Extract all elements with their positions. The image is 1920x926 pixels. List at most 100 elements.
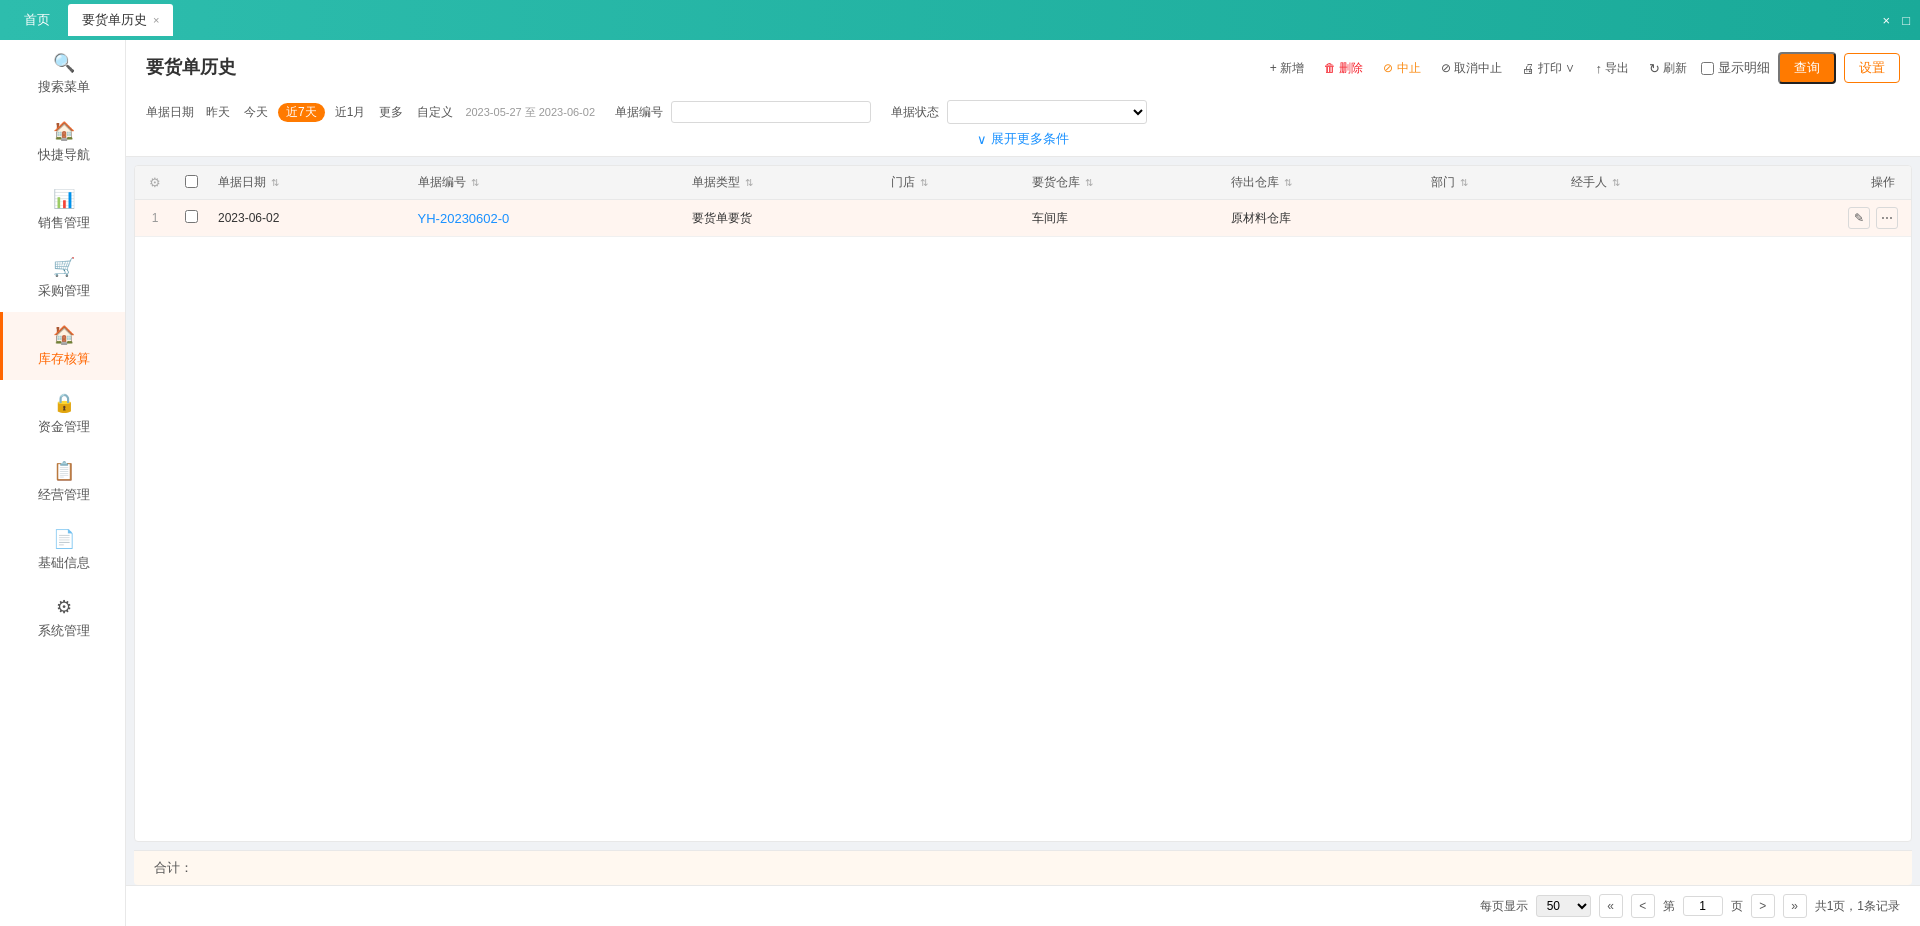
doc-number-input[interactable]: [671, 101, 871, 123]
tab-close-icon[interactable]: ×: [153, 14, 159, 26]
date-last-month-btn[interactable]: 近1月: [331, 103, 370, 122]
data-table-container: ⚙ 单据日期 ⇅ 单据编号 ⇅ 单据类型 ⇅ 门店 ⇅ 要货仓库 ⇅ 待出仓库 …: [134, 165, 1912, 842]
date-yesterday-btn[interactable]: 昨天: [202, 103, 234, 122]
row-number: YH-20230602-0: [408, 200, 682, 237]
expand-more-icon: ∨: [977, 132, 987, 147]
content-area: 要货单历史 + 新增 🗑 删除 ⊘ 中止 ⊘ 取消中止 🖨 🖨 打印 打印 ∨ …: [126, 40, 1920, 926]
sidebar-item-sales[interactable]: 📊 销售管理: [0, 176, 125, 244]
display-checkbox[interactable]: [1701, 62, 1714, 75]
col-pending-warehouse[interactable]: 待出仓库 ⇅: [1221, 166, 1420, 200]
doc-number-filter-group: 单据编号: [615, 101, 871, 123]
settings-button[interactable]: 设置: [1844, 53, 1900, 83]
col-req-warehouse[interactable]: 要货仓库 ⇅: [1022, 166, 1221, 200]
tab-home[interactable]: 首页: [10, 4, 64, 36]
doc-number-label: 单据编号: [615, 104, 663, 121]
refresh-button[interactable]: ↻ 刷新: [1643, 56, 1693, 81]
new-button[interactable]: + 新增: [1264, 56, 1310, 81]
sidebar-item-operations-label: 经营管理: [38, 486, 90, 504]
date-range-display: 2023-05-27 至 2023-06-02: [465, 105, 595, 120]
col-store[interactable]: 门店 ⇅: [881, 166, 1022, 200]
tab-requisition-history[interactable]: 要货单历史 ×: [68, 4, 173, 36]
row-actions: ✎ ⋯: [1731, 200, 1911, 237]
sidebar-item-basic-info-label: 基础信息: [38, 554, 90, 572]
delete-button[interactable]: 🗑 删除: [1318, 56, 1369, 81]
date-filter-options: 昨天 今天 近7天 近1月 更多 自定义: [202, 103, 457, 122]
display-label: 显示明细: [1718, 59, 1770, 77]
row-edit-btn[interactable]: ✎: [1848, 207, 1870, 229]
purchase-icon: 🛒: [53, 256, 75, 278]
first-page-btn[interactable]: «: [1599, 894, 1623, 918]
row-number-link[interactable]: YH-20230602-0: [418, 211, 510, 226]
stop-button[interactable]: ⊘ 中止: [1377, 56, 1426, 81]
next-page-btn[interactable]: >: [1751, 894, 1775, 918]
sidebar-item-system[interactable]: ⚙ 系统管理: [0, 584, 125, 652]
page-header: 要货单历史 + 新增 🗑 删除 ⊘ 中止 ⊘ 取消中止 🖨 🖨 打印 打印 ∨ …: [126, 40, 1920, 157]
total-info: 共1页，1条记录: [1815, 898, 1900, 915]
expand-more-label: 展开更多条件: [991, 130, 1069, 148]
inventory-icon: 🏠: [53, 324, 75, 346]
row-more-btn[interactable]: ⋯: [1876, 207, 1898, 229]
pagination-bar: 每页显示 50 10 20 100 « < 第 页 > » 共1页，1条记录: [126, 885, 1920, 926]
window-close-btn[interactable]: ×: [1883, 13, 1891, 28]
sidebar-item-inventory[interactable]: 🏠 库存核算: [0, 312, 125, 380]
sidebar-item-finance[interactable]: 🔒 资金管理: [0, 380, 125, 448]
sidebar-item-purchase-label: 采购管理: [38, 282, 90, 300]
page-goto-label: 第: [1663, 898, 1675, 915]
search-menu-icon: 🔍: [53, 52, 75, 74]
col-number[interactable]: 单据编号 ⇅: [408, 166, 682, 200]
row-date: 2023-06-02: [208, 200, 408, 237]
doc-status-select[interactable]: [947, 100, 1147, 124]
expand-more-btn[interactable]: ∨ 展开更多条件: [146, 130, 1900, 148]
sidebar-item-search-menu[interactable]: 🔍 搜索菜单: [0, 40, 125, 108]
col-actions: 操作: [1731, 166, 1911, 200]
type-sort-icon: ⇅: [745, 177, 753, 188]
page-size-select[interactable]: 50 10 20 100: [1536, 895, 1591, 917]
date-last7-btn[interactable]: 近7天: [278, 103, 325, 122]
export-button[interactable]: ↑ 导出: [1590, 56, 1636, 81]
tab-home-label: 首页: [24, 11, 50, 29]
query-button[interactable]: 查询: [1778, 52, 1836, 84]
select-all-checkbox[interactable]: [185, 175, 198, 188]
row-select-checkbox[interactable]: [185, 210, 198, 223]
store-sort-icon: ⇅: [920, 177, 928, 188]
cancel-stop-button[interactable]: ⊘ 取消中止: [1435, 56, 1508, 81]
doc-status-filter-group: 单据状态: [891, 100, 1147, 124]
date-filter-group: 单据日期 昨天 今天 近7天 近1月 更多 自定义 2023-05-27 至 2…: [146, 103, 595, 122]
sidebar-item-quick-nav-label: 快捷导航: [38, 146, 90, 164]
date-today-btn[interactable]: 今天: [240, 103, 272, 122]
sidebar-item-finance-label: 资金管理: [38, 418, 90, 436]
col-handler[interactable]: 经手人 ⇅: [1561, 166, 1731, 200]
top-bar-actions: × □: [1883, 13, 1910, 28]
col-dept[interactable]: 部门 ⇅: [1421, 166, 1562, 200]
sidebar-item-quick-nav[interactable]: 🏠 快捷导航: [0, 108, 125, 176]
last-page-btn[interactable]: »: [1783, 894, 1807, 918]
sidebar: 🔍 搜索菜单 🏠 快捷导航 📊 销售管理 🛒 采购管理 🏠 库存核算 🔒 资金管…: [0, 40, 126, 926]
date-more-btn[interactable]: 更多: [375, 103, 407, 122]
finance-icon: 🔒: [53, 392, 75, 414]
table-row: 1 2023-06-02 YH-20230602-0 要货单要货 车间库 原材料…: [135, 200, 1911, 237]
dept-sort-icon: ⇅: [1460, 177, 1468, 188]
top-bar: 首页 要货单历史 × × □: [0, 0, 1920, 40]
date-sort-icon: ⇅: [271, 177, 279, 188]
print-button[interactable]: 🖨 🖨 打印 打印 ∨: [1516, 56, 1581, 81]
sidebar-item-purchase[interactable]: 🛒 采购管理: [0, 244, 125, 312]
number-sort-icon: ⇅: [471, 177, 479, 188]
data-table: ⚙ 单据日期 ⇅ 单据编号 ⇅ 单据类型 ⇅ 门店 ⇅ 要货仓库 ⇅ 待出仓库 …: [135, 166, 1911, 237]
sidebar-item-operations[interactable]: 📋 经营管理: [0, 448, 125, 516]
sidebar-item-inventory-label: 库存核算: [38, 350, 90, 368]
display-toggle[interactable]: 显示明细: [1701, 59, 1770, 77]
prev-page-btn[interactable]: <: [1631, 894, 1655, 918]
sidebar-item-search-menu-label: 搜索菜单: [38, 78, 90, 96]
col-settings[interactable]: ⚙: [135, 166, 175, 200]
table-settings-icon[interactable]: ⚙: [149, 175, 161, 190]
col-date[interactable]: 单据日期 ⇅: [208, 166, 408, 200]
export-icon: ↑: [1596, 61, 1603, 76]
row-pending-warehouse: 原材料仓库: [1221, 200, 1420, 237]
quick-nav-icon: 🏠: [53, 120, 75, 142]
date-custom-btn[interactable]: 自定义: [413, 103, 457, 122]
sidebar-item-basic-info[interactable]: 📄 基础信息: [0, 516, 125, 584]
tab-requisition-label: 要货单历史: [82, 11, 147, 29]
col-type[interactable]: 单据类型 ⇅: [682, 166, 881, 200]
window-maximize-btn[interactable]: □: [1902, 13, 1910, 28]
page-number-input[interactable]: [1683, 896, 1723, 916]
